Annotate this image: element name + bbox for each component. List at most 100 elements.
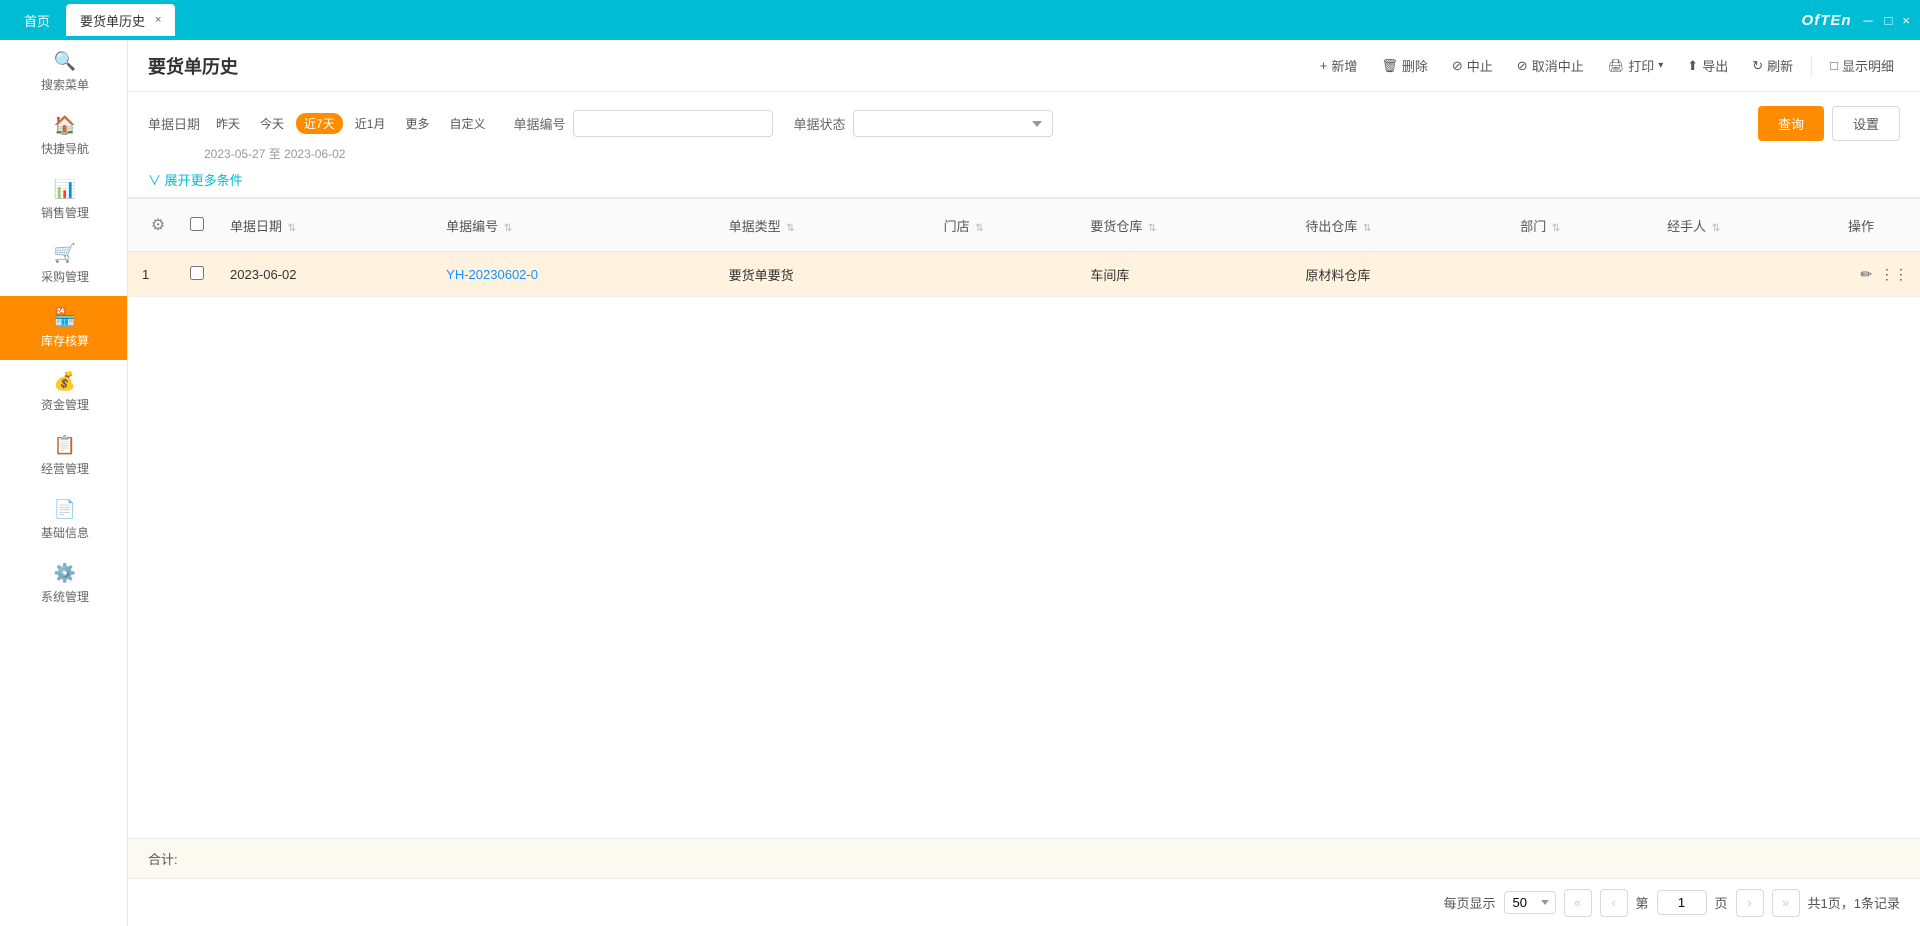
add-label: 新增 <box>1331 56 1357 75</box>
col-dept-sort-icon[interactable]: ⇅ <box>1552 223 1560 234</box>
tab-requisition-history-label: 要货单历史 <box>80 11 145 30</box>
date-btn-1month[interactable]: 近1月 <box>347 113 394 134</box>
last-page-button[interactable]: » <box>1772 889 1800 917</box>
print-label: 打印 <box>1628 56 1654 75</box>
display-detail-label: 显示明细 <box>1842 56 1894 75</box>
row-checkbox[interactable] <box>190 266 204 280</box>
page-title: 要货单历史 <box>148 53 1314 79</box>
sidebar-item-search-label: 搜索菜单 <box>41 76 89 93</box>
row-more-icon[interactable]: ⋮⋮ <box>1882 262 1906 286</box>
cancel-stop-label: 取消中止 <box>1532 56 1584 75</box>
tab-requisition-history[interactable]: 要货单历史 × <box>66 4 175 36</box>
order-no-input[interactable] <box>573 110 773 137</box>
total-label: 共1页，1条记录 <box>1808 893 1900 912</box>
date-btn-more[interactable]: 更多 <box>397 113 437 134</box>
select-all-checkbox[interactable] <box>190 217 204 231</box>
date-btn-today[interactable]: 今天 <box>252 113 292 134</box>
data-table: ⚙ 单据日期 ⇅ 单据编号 ⇅ <box>128 198 1920 297</box>
date-btn-7days[interactable]: 近7天 <box>296 113 343 134</box>
col-dept: 部门 ⇅ <box>1512 199 1659 252</box>
cell-check <box>182 252 222 297</box>
col-date-sort-icon[interactable]: ⇅ <box>288 223 296 234</box>
inventory-icon: 🏪 <box>54 307 76 328</box>
col-req-warehouse-sort-icon[interactable]: ⇅ <box>1148 223 1156 234</box>
maximize-button[interactable]: □ <box>1885 13 1893 28</box>
sidebar-item-inventory-label: 库存核算 <box>41 332 89 349</box>
date-btn-custom[interactable]: 自定义 <box>441 113 493 134</box>
page-size-label: 每页显示 <box>1443 893 1495 912</box>
cell-dept <box>1512 252 1659 297</box>
date-btn-yesterday[interactable]: 昨天 <box>208 113 248 134</box>
sidebar-item-operations[interactable]: 📋 经营管理 <box>0 424 127 488</box>
cell-index: 1 <box>128 252 182 297</box>
refresh-button[interactable]: ↻ 刷新 <box>1746 52 1799 79</box>
sidebar-item-purchase[interactable]: 🛒 采购管理 <box>0 232 127 296</box>
prev-page-button[interactable]: ‹ <box>1600 889 1628 917</box>
sidebar-item-system[interactable]: ⚙️ 系统管理 <box>0 552 127 616</box>
row-edit-icon[interactable]: ✏ <box>1854 262 1878 286</box>
delete-button[interactable]: 🗑 删除 <box>1375 52 1434 79</box>
page-input[interactable] <box>1657 890 1707 915</box>
cell-handler <box>1659 252 1840 297</box>
toolbar: + 新增 🗑 删除 ⊘ 中止 ⊘ 取消中止 🖨 打印 <box>1314 52 1900 79</box>
sidebar-item-search[interactable]: 🔍 搜索菜单 <box>0 40 127 104</box>
print-button[interactable]: 🖨 打印 ▾ <box>1602 52 1670 79</box>
close-button[interactable]: × <box>1902 13 1910 28</box>
col-type-label: 单据类型 <box>729 219 781 234</box>
sidebar-item-finance[interactable]: 💰 资金管理 <box>0 360 127 424</box>
tab-close-icon[interactable]: × <box>155 14 161 26</box>
status-select[interactable] <box>853 110 1053 137</box>
col-type-sort-icon[interactable]: ⇅ <box>786 223 794 234</box>
order-no-link[interactable]: YH-20230602-0 <box>446 267 538 282</box>
stop-button[interactable]: ⊘ 中止 <box>1446 52 1499 79</box>
refresh-icon: ↻ <box>1752 58 1763 74</box>
table-header-row: ⚙ 单据日期 ⇅ 单据编号 ⇅ <box>128 199 1920 252</box>
delete-icon: 🗑 <box>1381 58 1398 74</box>
cancel-stop-button[interactable]: ⊘ 取消中止 <box>1511 52 1590 79</box>
table-area: ⚙ 单据日期 ⇅ 单据编号 ⇅ <box>128 198 1920 838</box>
next-page-button[interactable]: › <box>1736 889 1764 917</box>
tab-home[interactable]: 首页 <box>10 4 64 36</box>
refresh-label: 刷新 <box>1767 56 1793 75</box>
settings-button[interactable]: 设置 <box>1832 106 1900 141</box>
export-button[interactable]: ⬆ 导出 <box>1681 52 1734 79</box>
cell-no: YH-20230602-0 <box>438 252 720 297</box>
first-page-button[interactable]: « <box>1564 889 1592 917</box>
page-size-select[interactable]: 50 10 20 100 <box>1504 891 1556 914</box>
sidebar-item-basics-label: 基础信息 <box>41 524 89 541</box>
stop-icon: ⊘ <box>1452 58 1463 74</box>
sidebar-item-inventory[interactable]: 🏪 库存核算 <box>0 296 127 360</box>
col-handler-sort-icon[interactable]: ⇅ <box>1712 223 1720 234</box>
home-icon: 🏠 <box>54 115 76 136</box>
table-settings-icon[interactable]: ⚙ <box>142 209 174 241</box>
sidebar-item-quicknav[interactable]: 🏠 快捷导航 <box>0 104 127 168</box>
expand-more-btn[interactable]: ∨ 展开更多条件 <box>148 170 1900 189</box>
display-detail-button[interactable]: □ 显示明细 <box>1824 52 1900 79</box>
sidebar-item-basics[interactable]: 📄 基础信息 <box>0 488 127 552</box>
table-header: ⚙ 单据日期 ⇅ 单据编号 ⇅ <box>128 199 1920 252</box>
export-label: 导出 <box>1702 56 1728 75</box>
delete-label: 删除 <box>1402 56 1428 75</box>
cell-date: 2023-06-02 <box>222 252 438 297</box>
window-controls: OfTEn － □ × <box>1802 11 1910 30</box>
col-store-sort-icon[interactable]: ⇅ <box>975 223 983 234</box>
col-pending-warehouse-sort-icon[interactable]: ⇅ <box>1363 223 1371 234</box>
sales-icon: 📊 <box>54 179 76 200</box>
add-button[interactable]: + 新增 <box>1314 52 1364 79</box>
col-pending-warehouse-label: 待出仓库 <box>1305 219 1357 234</box>
sidebar-item-sales[interactable]: 📊 销售管理 <box>0 168 127 232</box>
cell-pending-warehouse: 原材料仓库 <box>1297 252 1512 297</box>
sum-label: 合计: <box>148 849 178 868</box>
footer-sum: 合计: <box>128 838 1920 878</box>
col-date-label: 单据日期 <box>230 219 282 234</box>
add-icon: + <box>1320 58 1328 73</box>
date-label: 单据日期 <box>148 114 200 133</box>
minimize-button[interactable]: － <box>1862 11 1875 30</box>
cell-store <box>936 252 1083 297</box>
col-no-label: 单据编号 <box>446 219 498 234</box>
col-dept-label: 部门 <box>1520 219 1546 234</box>
filter-actions: 查询 设置 <box>1758 106 1900 141</box>
search-icon: 🔍 <box>54 51 76 72</box>
query-button[interactable]: 查询 <box>1758 106 1824 141</box>
col-no-sort-icon[interactable]: ⇅ <box>504 223 512 234</box>
